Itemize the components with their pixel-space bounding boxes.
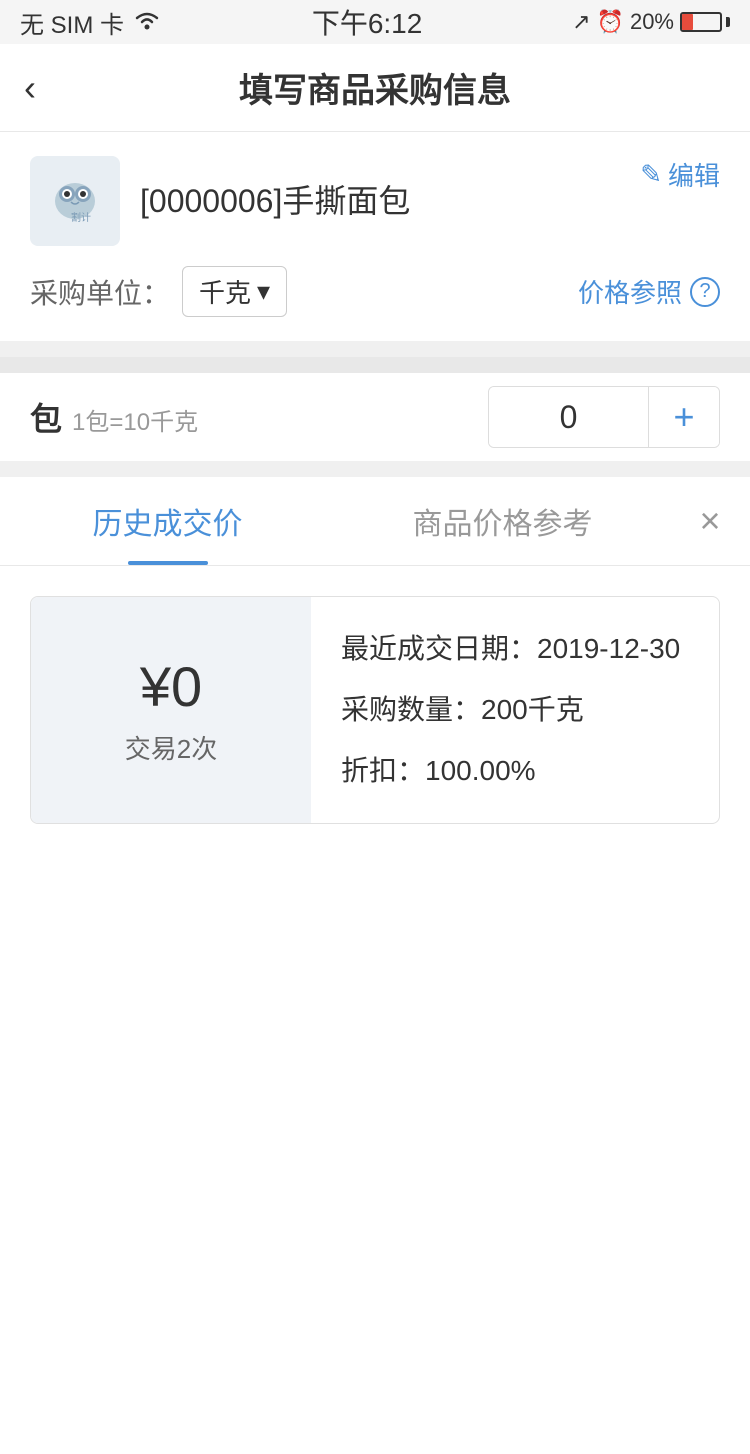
edit-icon: ✎ — [640, 159, 662, 190]
quantity-plus-button[interactable]: + — [649, 387, 719, 447]
battery-percent: 20% — [630, 9, 674, 35]
price-left: ¥0 交易2次 — [31, 597, 311, 823]
quantity-input[interactable]: 0 — [489, 387, 649, 447]
tab-price-reference[interactable]: 商品价格参考 — [335, 477, 670, 565]
unit-label: 采购单位： — [30, 272, 170, 312]
product-left: 割计 [0000006]手撕面包 — [30, 156, 410, 246]
price-ref-label: 价格参照 — [578, 273, 682, 310]
product-card: 割计 [0000006]手撕面包 ✎ 编辑 采购单位： 千克 ▾ 价格参照 ? — [0, 132, 750, 341]
status-time: 下午6:12 — [312, 2, 423, 42]
tabs-close-button[interactable]: × — [670, 477, 750, 565]
discount-label: 折扣： — [341, 755, 425, 786]
product-header: 割计 [0000006]手撕面包 ✎ 编辑 — [30, 156, 720, 246]
status-right: ↗ ⏰ 20% — [572, 9, 730, 35]
recent-date-value: 2019-12-30 — [537, 633, 680, 664]
quantity-unit-sub: 1包=10千克 — [72, 402, 198, 437]
product-unit-row: 采购单位： 千克 ▾ 价格参照 ? — [30, 266, 720, 317]
svg-text:割计: 割计 — [71, 211, 91, 224]
price-transactions: 交易2次 — [125, 729, 217, 766]
tabs-header: 历史成交价 商品价格参考 × — [0, 477, 750, 566]
nav-bar: ‹ 填写商品采购信息 — [0, 44, 750, 132]
carrier-text: 无 SIM 卡 — [20, 5, 124, 40]
recent-date-row: 最近成交日期：2019-12-30 — [341, 627, 689, 672]
help-icon: ? — [690, 277, 720, 307]
quantity-control: 0 + — [488, 386, 720, 448]
price-amount: ¥0 — [140, 654, 202, 719]
discount-value: 100.00% — [425, 755, 536, 786]
purchase-quantity-label: 采购数量： — [341, 694, 481, 725]
unit-value: 千克 — [199, 273, 251, 310]
discount-row: 折扣：100.00% — [341, 749, 689, 794]
wifi-icon — [132, 8, 162, 37]
product-thumbnail: 割计 — [45, 166, 105, 236]
tab-history-price[interactable]: 历史成交价 — [0, 477, 335, 565]
price-ref-button[interactable]: 价格参照 ? — [578, 273, 720, 310]
status-left: 无 SIM 卡 — [20, 5, 162, 40]
product-name: [0000006]手撕面包 — [140, 179, 410, 224]
purchase-quantity-row: 采购数量：200千克 — [341, 688, 689, 733]
dropdown-icon: ▾ — [257, 276, 270, 307]
tab-price-reference-label: 商品价格参考 — [413, 499, 593, 543]
status-bar: 无 SIM 卡 下午6:12 ↗ ⏰ 20% — [0, 0, 750, 44]
content-area — [0, 854, 750, 1454]
price-right: 最近成交日期：2019-12-30 采购数量：200千克 折扣：100.00% — [311, 597, 719, 823]
battery-icon — [680, 12, 730, 32]
quantity-label: 包 1包=10千克 — [30, 394, 198, 440]
quantity-unit-main: 包 — [30, 394, 62, 440]
section-divider — [0, 357, 750, 373]
tab-history-price-label: 历史成交价 — [93, 499, 243, 543]
quantity-row: 包 1包=10千克 0 + — [0, 373, 750, 461]
location-icon: ↗ — [572, 9, 590, 35]
price-value: 0 — [171, 655, 202, 718]
currency-symbol: ¥ — [140, 655, 171, 718]
product-icon: 割计 — [30, 156, 120, 246]
unit-select[interactable]: 千克 ▾ — [182, 266, 287, 317]
unit-left: 采购单位： 千克 ▾ — [30, 266, 287, 317]
page-title: 填写商品采购信息 — [239, 63, 511, 112]
back-button[interactable]: ‹ — [24, 67, 36, 109]
edit-label: 编辑 — [668, 156, 720, 193]
alarm-icon: ⏰ — [597, 9, 624, 35]
purchase-quantity-value: 200千克 — [481, 694, 584, 725]
recent-date-label: 最近成交日期： — [341, 633, 537, 664]
price-card: ¥0 交易2次 最近成交日期：2019-12-30 采购数量：200千克 折扣：… — [30, 596, 720, 824]
tabs-panel: 历史成交价 商品价格参考 × ¥0 交易2次 最近成交日期：2019-12-30… — [0, 477, 750, 1454]
edit-button[interactable]: ✎ 编辑 — [640, 156, 720, 193]
